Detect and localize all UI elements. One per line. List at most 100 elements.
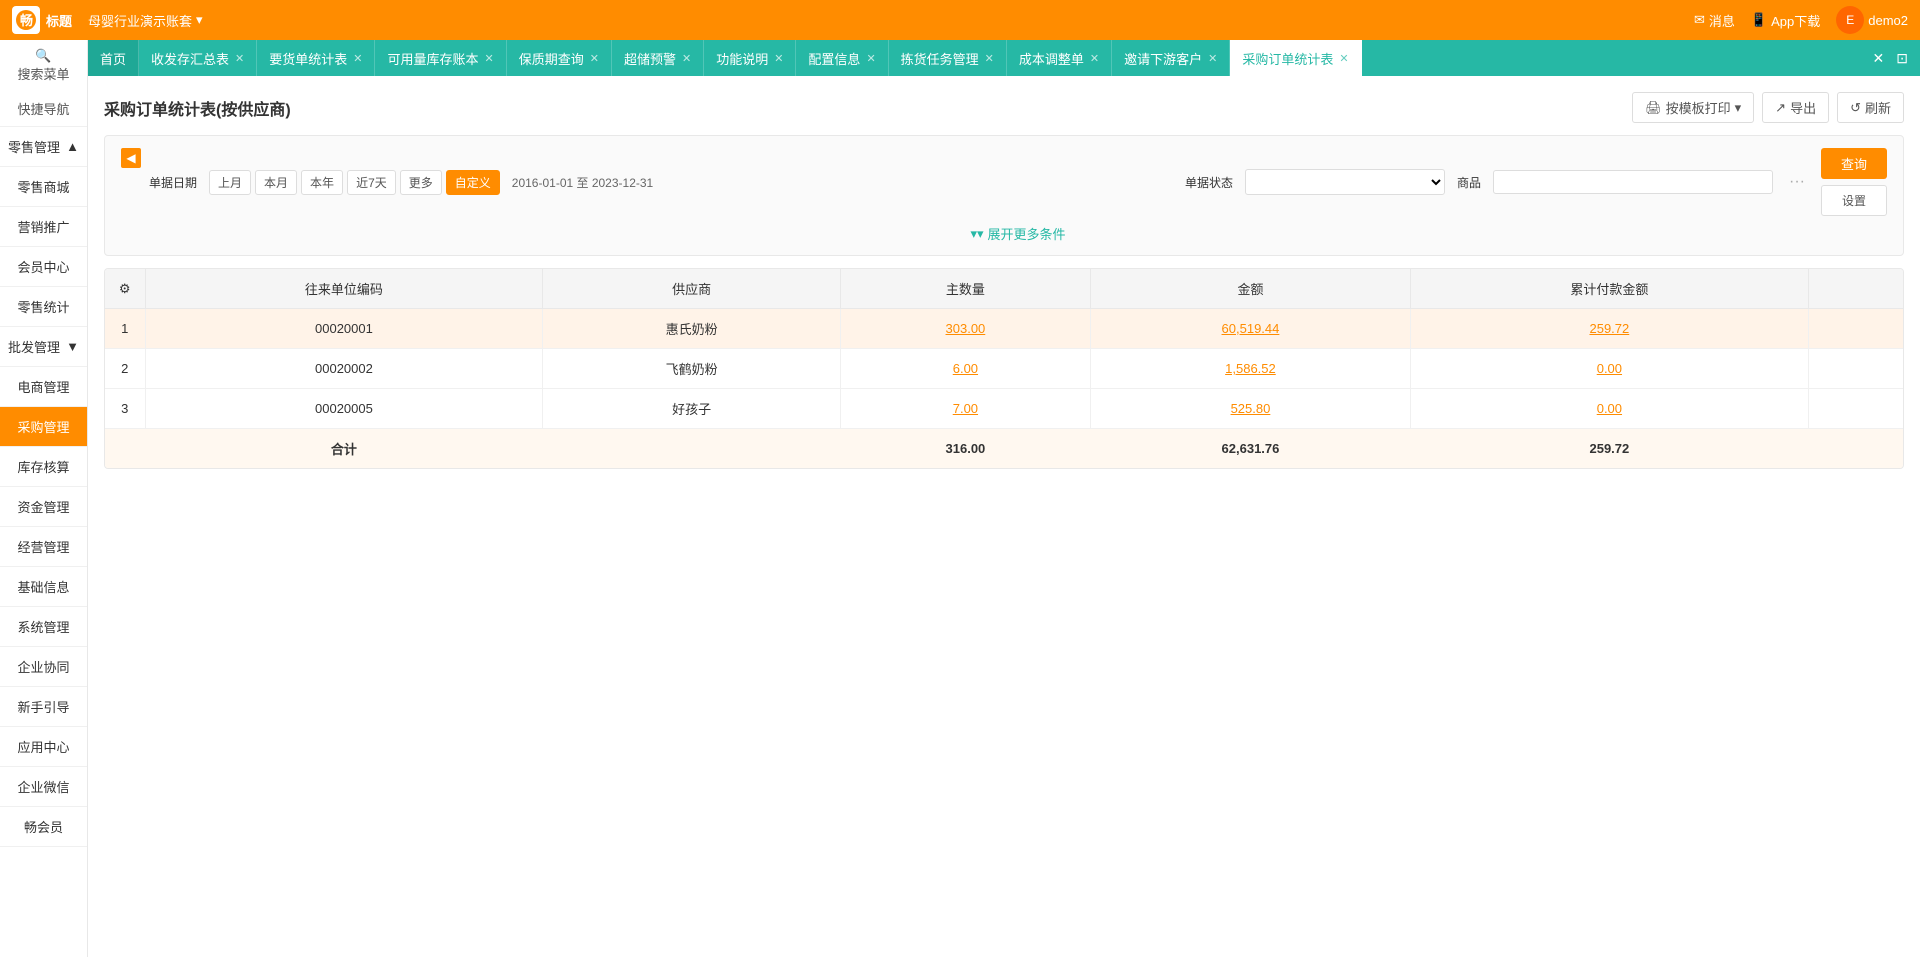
row3-idx: 3 bbox=[105, 389, 145, 429]
new-guide-label: 新手引导 bbox=[17, 697, 69, 716]
row2-code: 00020002 bbox=[145, 349, 543, 389]
user-area[interactable]: E demo2 bbox=[1836, 6, 1908, 34]
sidebar-item-marketing[interactable]: 营销推广 bbox=[0, 207, 87, 247]
page-header: 采购订单统计表(按供应商) 🖨 按模板打印 ▾ ↗ 导出 ↺ bbox=[104, 92, 1904, 123]
page-content: 采购订单统计表(按供应商) 🖨 按模板打印 ▾ ↗ 导出 ↺ bbox=[88, 76, 1920, 957]
footer-empty3 bbox=[1808, 429, 1903, 469]
sidebar-item-basic-info[interactable]: 基础信息 bbox=[0, 567, 87, 607]
row1-qty[interactable]: 303.00 bbox=[840, 309, 1090, 349]
date-last-7days-btn[interactable]: 近7天 bbox=[347, 170, 396, 195]
tab-available-inventory-close[interactable]: ✕ bbox=[485, 52, 494, 65]
refresh-button[interactable]: ↺ 刷新 bbox=[1837, 92, 1904, 123]
product-filter-more-btn[interactable]: ··· bbox=[1785, 173, 1809, 191]
tab-pick-task-mgmt-close[interactable]: ✕ bbox=[985, 52, 994, 65]
sidebar-item-app-center[interactable]: 应用中心 bbox=[0, 727, 87, 767]
sidebar-item-ops-mgmt[interactable]: 经营管理 bbox=[0, 527, 87, 567]
tab-function-desc-close[interactable]: ✕ bbox=[774, 52, 783, 65]
tab-purchase-order-stats[interactable]: 采购订单统计表 ✕ bbox=[1230, 40, 1361, 76]
sidebar-item-finance[interactable]: 资金管理 bbox=[0, 487, 87, 527]
tab-pick-task-mgmt[interactable]: 拣货任务管理 ✕ bbox=[889, 40, 1007, 76]
tab-function-desc[interactable]: 功能说明 ✕ bbox=[704, 40, 796, 76]
footer-qty: 316.00 bbox=[840, 429, 1090, 469]
sidebar-item-member-center[interactable]: 会员中心 bbox=[0, 247, 87, 287]
row1-paid[interactable]: 259.72 bbox=[1410, 309, 1808, 349]
tab-cost-adjust[interactable]: 成本调整单 ✕ bbox=[1007, 40, 1112, 76]
row2-amount[interactable]: 1,586.52 bbox=[1090, 349, 1410, 389]
tab-config-info-close[interactable]: ✕ bbox=[866, 52, 875, 65]
date-custom-btn[interactable]: 自定义 bbox=[446, 170, 500, 195]
tab-warranty-query-close[interactable]: ✕ bbox=[590, 52, 599, 65]
tab-collect-dispatch-close[interactable]: ✕ bbox=[235, 52, 244, 65]
tab-home[interactable]: 首页 bbox=[88, 40, 139, 76]
tab-requisition-stats-close[interactable]: ✕ bbox=[353, 52, 362, 65]
tab-close-btn[interactable]: ✕ bbox=[1869, 48, 1889, 69]
settings-button[interactable]: 设置 bbox=[1821, 185, 1887, 216]
tab-available-inventory[interactable]: 可用量库存账本 ✕ bbox=[375, 40, 506, 76]
sidebar-item-retail-shop[interactable]: 零售商城 bbox=[0, 167, 87, 207]
tab-cost-adjust-close[interactable]: ✕ bbox=[1090, 52, 1099, 65]
sidebar-item-ecommerce[interactable]: 电商管理 bbox=[0, 367, 87, 407]
date-this-month-btn[interactable]: 本月 bbox=[255, 170, 297, 195]
top-bar-right: ✉ 消息 📱 App下载 E demo2 bbox=[1694, 6, 1908, 34]
tab-overstock-warning[interactable]: 超储预警 ✕ bbox=[612, 40, 704, 76]
date-last-month-btn[interactable]: 上月 bbox=[209, 170, 251, 195]
workspace-selector[interactable]: 母婴行业演示账套 ▾ bbox=[88, 11, 203, 30]
sidebar-item-enterprise[interactable]: 企业协同 bbox=[0, 647, 87, 687]
tab-function-desc-label: 功能说明 bbox=[716, 49, 768, 68]
product-filter-label: 商品 bbox=[1457, 174, 1481, 191]
inventory-label: 库存核算 bbox=[17, 457, 69, 476]
sidebar-item-purchase-mgmt[interactable]: 采购管理 bbox=[0, 407, 87, 447]
tab-collect-dispatch[interactable]: 收发存汇总表 ✕ bbox=[139, 40, 257, 76]
row3-amount[interactable]: 525.80 bbox=[1090, 389, 1410, 429]
shortcut-nav[interactable]: 快捷导航 bbox=[0, 91, 87, 127]
row2-paid[interactable]: 0.00 bbox=[1410, 349, 1808, 389]
col-paid: 累计付款金额 bbox=[1410, 269, 1808, 309]
footer-label: 合计 bbox=[145, 429, 543, 469]
sidebar-item-member[interactable]: 畅会员 bbox=[0, 807, 87, 847]
row1-amount[interactable]: 60,519.44 bbox=[1090, 309, 1410, 349]
product-filter-input[interactable] bbox=[1493, 170, 1773, 194]
sidebar-item-new-guide[interactable]: 新手引导 bbox=[0, 687, 87, 727]
filter-collapse-btn[interactable]: ◀ bbox=[121, 148, 141, 168]
tab-requisition-stats[interactable]: 要货单统计表 ✕ bbox=[257, 40, 375, 76]
sidebar-item-retail-management[interactable]: 零售管理 ▲ bbox=[0, 127, 87, 167]
row1-idx: 1 bbox=[105, 309, 145, 349]
tab-invite-downstream[interactable]: 邀请下游客户 ✕ bbox=[1112, 40, 1230, 76]
message-btn[interactable]: ✉ 消息 bbox=[1694, 11, 1735, 30]
tab-home-label: 首页 bbox=[100, 49, 126, 68]
col-supplier: 供应商 bbox=[543, 269, 840, 309]
sidebar-item-wechat[interactable]: 企业微信 bbox=[0, 767, 87, 807]
date-this-year-btn[interactable]: 本年 bbox=[301, 170, 343, 195]
date-more-btn[interactable]: 更多 bbox=[400, 170, 442, 195]
tab-purchase-order-stats-close[interactable]: ✕ bbox=[1339, 52, 1348, 65]
member-label: 畅会员 bbox=[24, 817, 63, 836]
sidebar-item-system[interactable]: 系统管理 bbox=[0, 607, 87, 647]
message-icon: ✉ bbox=[1694, 12, 1705, 28]
export-button[interactable]: ↗ 导出 bbox=[1762, 92, 1829, 123]
tab-menu-btn[interactable]: ⊡ bbox=[1892, 48, 1912, 69]
tab-invite-downstream-close[interactable]: ✕ bbox=[1208, 52, 1217, 65]
status-filter-select[interactable] bbox=[1245, 169, 1445, 195]
tab-warranty-query[interactable]: 保质期查询 ✕ bbox=[507, 40, 612, 76]
row3-paid[interactable]: 0.00 bbox=[1410, 389, 1808, 429]
sidebar-item-retail-stats[interactable]: 零售统计 bbox=[0, 287, 87, 327]
query-button[interactable]: 查询 bbox=[1821, 148, 1887, 179]
tab-invite-downstream-label: 邀请下游客户 bbox=[1124, 49, 1202, 68]
col-empty bbox=[1808, 269, 1903, 309]
template-print-button[interactable]: 🖨 按模板打印 ▾ bbox=[1632, 92, 1754, 123]
app-download-btn[interactable]: 📱 App下载 bbox=[1751, 11, 1820, 30]
tab-config-info[interactable]: 配置信息 ✕ bbox=[796, 40, 888, 76]
sidebar-item-wholesale-mgmt[interactable]: 批发管理 ▼ bbox=[0, 327, 87, 367]
col-settings[interactable]: ⚙ bbox=[105, 269, 145, 309]
row2-qty[interactable]: 6.00 bbox=[840, 349, 1090, 389]
footer-empty1 bbox=[105, 429, 145, 469]
tab-overstock-warning-close[interactable]: ✕ bbox=[682, 52, 691, 65]
row3-qty[interactable]: 7.00 bbox=[840, 389, 1090, 429]
table-row: 2 00020002 飞鹤奶粉 6.00 1,586.52 0.00 bbox=[105, 349, 1903, 389]
sidebar-search[interactable]: 🔍 搜索菜单 bbox=[0, 40, 87, 91]
date-range-display: 2016-01-01 至 2023-12-31 bbox=[512, 174, 653, 191]
footer-paid: 259.72 bbox=[1410, 429, 1808, 469]
sidebar-item-inventory[interactable]: 库存核算 bbox=[0, 447, 87, 487]
logo-text: 标题 bbox=[46, 11, 72, 30]
expand-more-btn[interactable]: ▾▾ 展开更多条件 bbox=[970, 224, 1065, 243]
